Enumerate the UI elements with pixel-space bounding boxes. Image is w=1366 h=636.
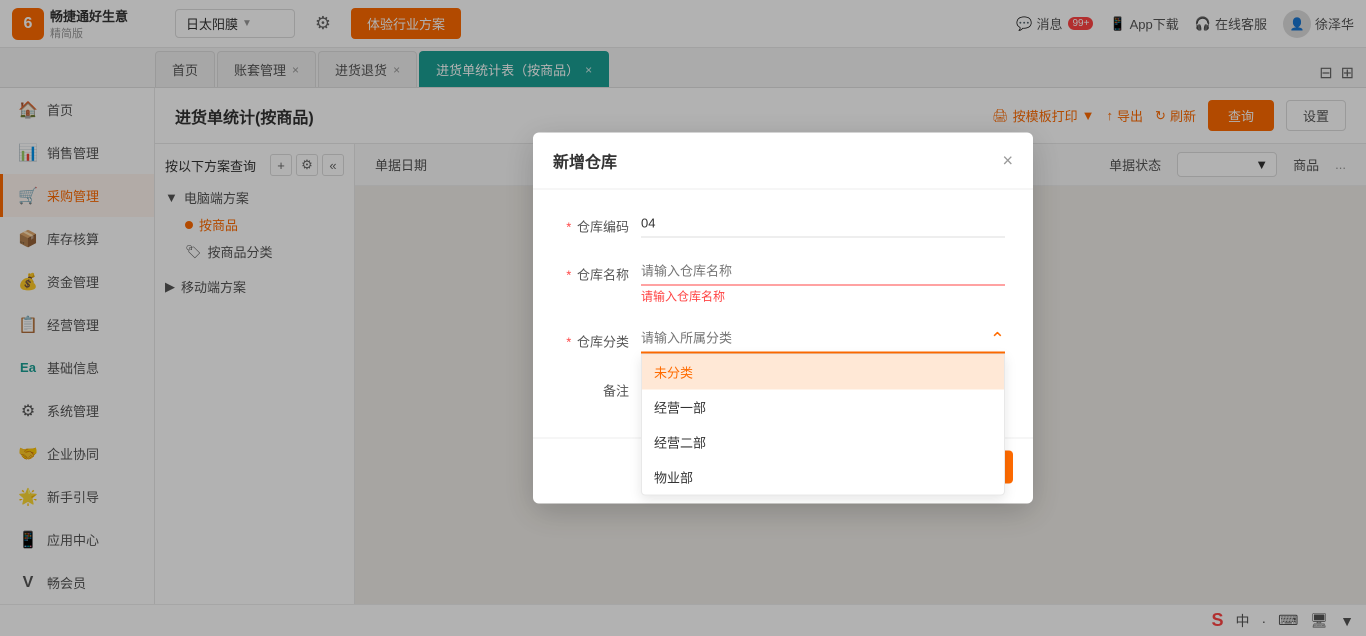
warehouse-name-error: 请输入仓库名称: [641, 288, 1005, 305]
dropdown-item-dept1[interactable]: 经营一部: [642, 390, 1004, 425]
dialog-header: 新增仓库 ×: [533, 133, 1033, 190]
dialog-close-icon[interactable]: ×: [1002, 150, 1013, 171]
remark-label: 备注: [561, 374, 641, 400]
dialog-body: * 仓库编码 * 仓库名称 请输入仓库名称 * 仓库分类: [533, 190, 1033, 438]
form-row-name: * 仓库名称 请输入仓库名称: [561, 258, 1005, 305]
required-marker: *: [566, 220, 571, 235]
warehouse-category-input[interactable]: [641, 325, 1005, 354]
warehouse-category-field: ⌃ 未分类 经营一部 经营二部 物业部: [641, 325, 1005, 354]
warehouse-name-label: * 仓库名称: [561, 258, 641, 284]
category-chevron-up-icon[interactable]: ⌃: [990, 329, 1005, 350]
warehouse-code-label: * 仓库编码: [561, 210, 641, 236]
warehouse-code-field: [641, 210, 1005, 238]
form-row-category: * 仓库分类 ⌃ 未分类 经营一部 经营二部 物业部: [561, 325, 1005, 354]
category-dropdown: 未分类 经营一部 经营二部 物业部: [641, 354, 1005, 496]
warehouse-name-input[interactable]: [641, 258, 1005, 286]
form-row-code: * 仓库编码: [561, 210, 1005, 238]
dropdown-item-dept2[interactable]: 经营二部: [642, 425, 1004, 460]
dropdown-item-property[interactable]: 物业部: [642, 460, 1004, 495]
warehouse-code-input[interactable]: [641, 210, 1005, 238]
new-warehouse-dialog: 新增仓库 × * 仓库编码 * 仓库名称 请输入仓库名称: [533, 133, 1033, 504]
warehouse-name-field: 请输入仓库名称: [641, 258, 1005, 305]
required-marker-2: *: [566, 268, 571, 283]
dialog-title: 新增仓库: [553, 149, 617, 173]
warehouse-category-label: * 仓库分类: [561, 325, 641, 351]
dropdown-item-uncategorized[interactable]: 未分类: [642, 355, 1004, 390]
required-marker-3: *: [566, 335, 571, 350]
